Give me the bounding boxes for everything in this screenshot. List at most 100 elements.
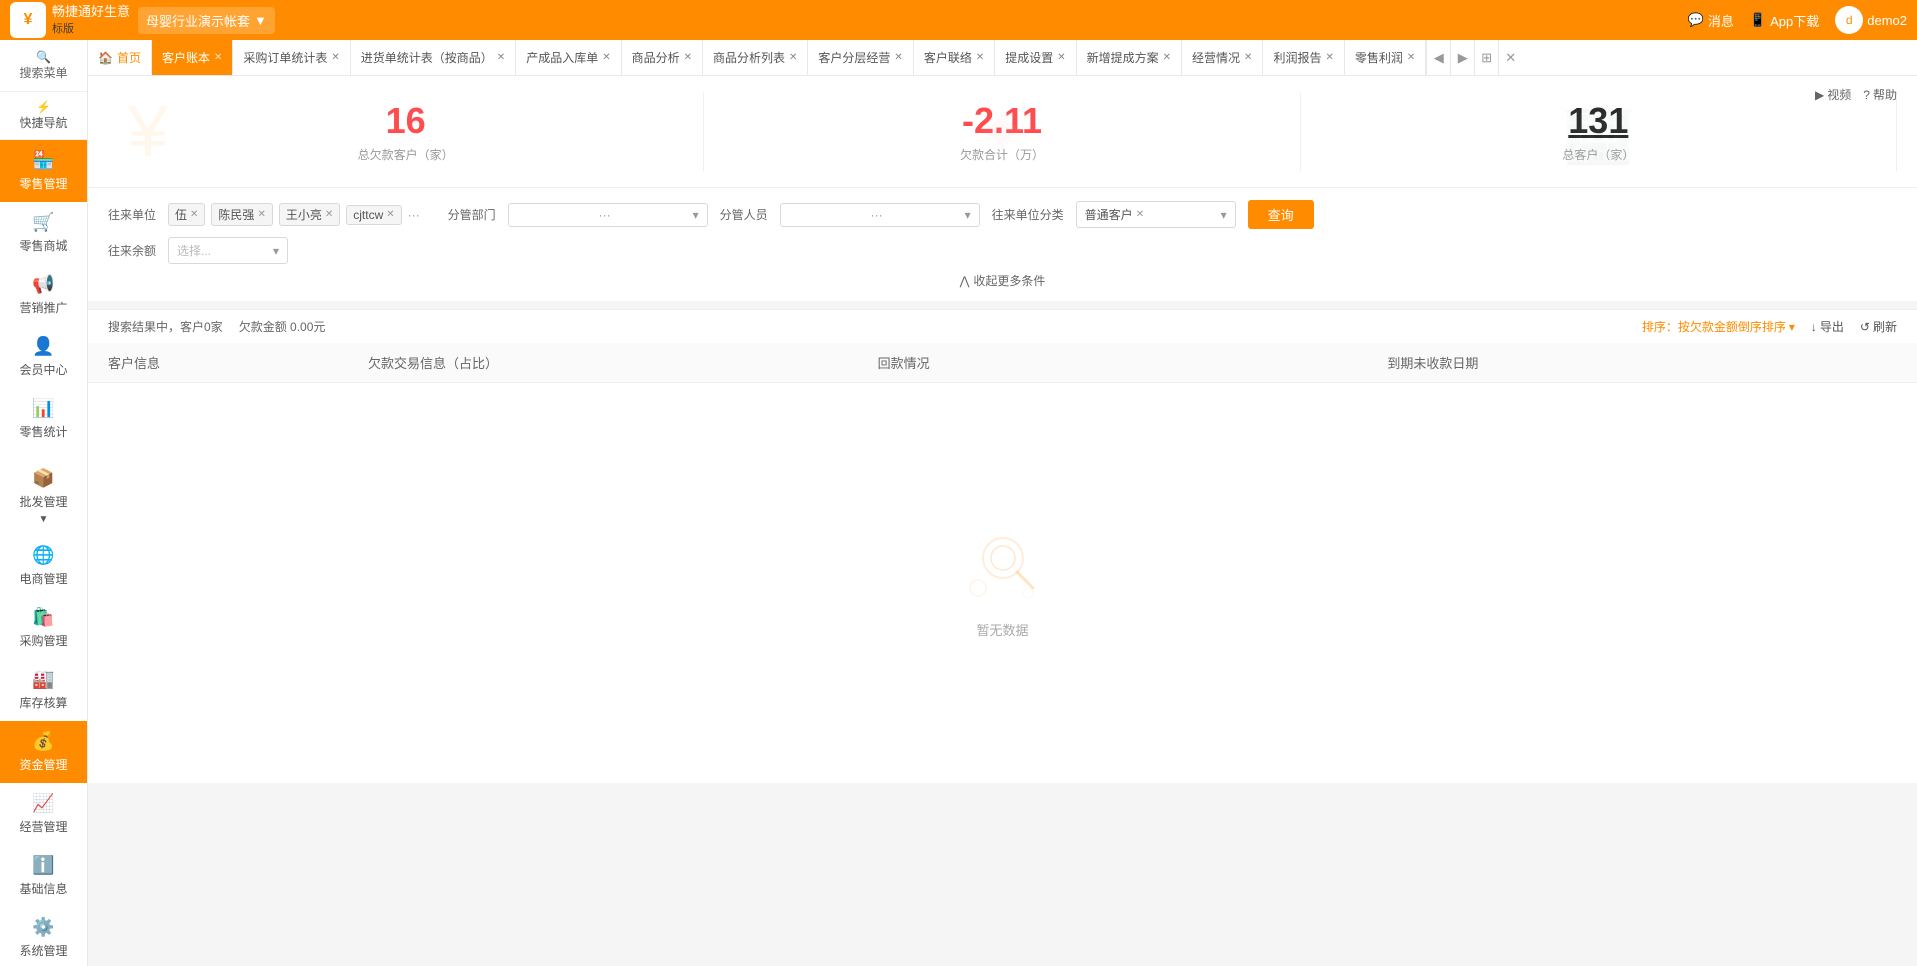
- empty-svg: [953, 528, 1053, 608]
- top-bar-right: 💬 消息 📱 App下载 d demo2: [1688, 6, 1907, 34]
- video-icon: ▶: [1815, 88, 1824, 102]
- sidebar-item-label: 营销推广: [19, 299, 67, 316]
- filter-more-btn[interactable]: ···: [408, 208, 420, 222]
- remove-tag-icon[interactable]: ✕: [325, 209, 333, 220]
- tab-commission-settings[interactable]: 提成设置 ✕: [995, 40, 1076, 76]
- expand-icon: ▼: [39, 514, 49, 525]
- remove-tag-icon[interactable]: ✕: [386, 209, 394, 220]
- close-tab-icon[interactable]: ✕: [497, 52, 505, 63]
- user-menu[interactable]: d demo2: [1835, 6, 1907, 34]
- sidebar-item-label: 零售商城: [19, 237, 67, 254]
- remove-tag-icon[interactable]: ✕: [190, 209, 198, 220]
- filter-tag-2[interactable]: 陈民强 ✕: [211, 203, 272, 226]
- filter-tag-1[interactable]: 伍 ✕: [168, 203, 205, 226]
- tab-label: 产成品入库单: [526, 49, 598, 66]
- remove-tag-icon[interactable]: ✕: [257, 209, 265, 220]
- app-download-btn[interactable]: 📱 App下载: [1750, 11, 1819, 30]
- close-tab-icon[interactable]: ✕: [1057, 52, 1065, 63]
- filter-row-1: 往来单位 伍 ✕ 陈民强 ✕ 王小亮: [108, 200, 1897, 229]
- video-btn[interactable]: ▶ 视频: [1815, 86, 1851, 103]
- tab-inventory-stats[interactable]: 进货单统计表（按商品） ✕: [351, 40, 516, 76]
- search-results-bar: 搜索结果中，客户0家 欠款金额 0.00元 排序：按欠款金额倒序排序 ▾ ↓ 导…: [88, 309, 1917, 343]
- filter-tag-4[interactable]: cjttcw ✕: [346, 205, 401, 225]
- sidebar-item-retail-stats[interactable]: 📊 零售统计: [0, 388, 87, 450]
- sort-btn[interactable]: 排序：按欠款金额倒序排序 ▾: [1642, 318, 1795, 335]
- close-tab-icon[interactable]: ✕: [789, 52, 797, 63]
- sidebar-item-system[interactable]: ⚙️ 系统管理: [0, 907, 87, 966]
- tab-home[interactable]: 🏠 首页: [88, 40, 152, 76]
- tabs-close-all-btn[interactable]: ✕: [1498, 40, 1522, 76]
- close-tab-icon[interactable]: ✕: [1325, 52, 1333, 63]
- tab-customer-tier[interactable]: 客户分层经营 ✕: [808, 40, 913, 76]
- username: demo2: [1867, 13, 1907, 28]
- filter-category-select[interactable]: 普通客户 ✕ ▾: [1076, 201, 1236, 228]
- query-button[interactable]: 查询: [1248, 200, 1314, 229]
- sidebar-search[interactable]: 🔍 搜索菜单: [0, 40, 87, 92]
- tab-label: 经营情况: [1192, 49, 1240, 66]
- sidebar-item-ecommerce[interactable]: 🌐 电商管理: [0, 535, 87, 597]
- balance-placeholder: 选择...: [177, 242, 211, 259]
- video-label: 视频: [1827, 86, 1851, 103]
- close-tab-icon[interactable]: ✕: [976, 52, 984, 63]
- sidebar-item-label: 零售管理: [19, 175, 67, 192]
- tab-new-commission[interactable]: 新增提成方案 ✕: [1077, 40, 1182, 76]
- refresh-btn[interactable]: ↺ 刷新: [1860, 318, 1897, 335]
- sidebar-item-retail-mgmt[interactable]: 🏪 零售管理: [0, 140, 87, 202]
- dept-arrow-icon: ▾: [693, 208, 699, 222]
- sidebar-item-wholesale[interactable]: 📦 批发管理 ▼: [0, 458, 87, 535]
- sidebar-item-label: 会员中心: [19, 361, 67, 378]
- sidebar-quick-nav[interactable]: ⚡ 快捷导航: [0, 92, 87, 140]
- tab-label: 商品分析: [632, 49, 680, 66]
- close-tab-icon[interactable]: ✕: [214, 52, 222, 63]
- tabs-next-btn[interactable]: ▶: [1450, 40, 1474, 76]
- close-tab-icon[interactable]: ✕: [1407, 52, 1415, 63]
- close-tab-icon[interactable]: ✕: [331, 52, 339, 63]
- store-selector[interactable]: 母婴行业演示帐套 ▼: [138, 7, 275, 34]
- tab-retail-profit[interactable]: 零售利润 ✕: [1345, 40, 1426, 76]
- close-tab-icon[interactable]: ✕: [894, 52, 902, 63]
- help-btn[interactable]: ? 帮助: [1863, 86, 1897, 103]
- export-btn[interactable]: ↓ 导出: [1811, 318, 1844, 335]
- mall-icon: 🛒: [32, 212, 54, 233]
- close-tab-icon[interactable]: ✕: [1244, 52, 1252, 63]
- filter-dept-select[interactable]: ··· ▾: [508, 203, 708, 227]
- filter-balance-select[interactable]: 选择... ▾: [168, 237, 288, 264]
- tag-value: 伍: [175, 206, 187, 223]
- export-label: 导出: [1820, 318, 1844, 335]
- sidebar-item-inventory[interactable]: 🏭 库存核算: [0, 659, 87, 721]
- sidebar-item-purchase[interactable]: 🛍️ 采购管理: [0, 597, 87, 659]
- tabs-menu-btn[interactable]: ⊞: [1474, 40, 1498, 76]
- close-tab-icon[interactable]: ✕: [1163, 52, 1171, 63]
- sort-label: 排序：按欠款金额倒序排序: [1642, 318, 1786, 335]
- tag-value: 陈民强: [218, 206, 254, 223]
- filter-tags: 伍 ✕ 陈民强 ✕ 王小亮 ✕: [168, 203, 420, 226]
- collapse-btn[interactable]: ⋀ 收起更多条件: [960, 272, 1046, 289]
- tab-product-analysis[interactable]: 商品分析 ✕: [622, 40, 703, 76]
- sidebar-item-operations[interactable]: 📈 经营管理: [0, 783, 87, 845]
- tab-customer-contact[interactable]: 客户联络 ✕: [914, 40, 995, 76]
- tabs-prev-btn[interactable]: ◀: [1426, 40, 1450, 76]
- close-tab-icon[interactable]: ✕: [684, 52, 692, 63]
- filter-dept-label: 分管部门: [448, 206, 496, 223]
- sidebar-item-label: 经营管理: [19, 818, 67, 835]
- category-tag[interactable]: 普通客户 ✕: [1085, 206, 1144, 223]
- close-tab-icon[interactable]: ✕: [602, 52, 610, 63]
- sidebar-item-retail-mall[interactable]: 🛒 零售商城: [0, 202, 87, 264]
- help-icon: ?: [1863, 88, 1870, 102]
- filter-tag-3[interactable]: 王小亮 ✕: [279, 203, 340, 226]
- sidebar-item-member[interactable]: 👤 会员中心: [0, 326, 87, 388]
- chevron-up-icon: ⋀: [960, 274, 970, 288]
- tab-product-analysis-list[interactable]: 商品分析列表 ✕: [703, 40, 808, 76]
- tab-operations[interactable]: 经营情况 ✕: [1182, 40, 1263, 76]
- tab-profit-report[interactable]: 利润报告 ✕: [1263, 40, 1344, 76]
- message-btn[interactable]: 💬 消息: [1688, 11, 1734, 30]
- tab-purchase-stats[interactable]: 采购订单统计表 ✕: [233, 40, 350, 76]
- filter-person-select[interactable]: ··· ▾: [780, 203, 980, 227]
- remove-category-icon[interactable]: ✕: [1136, 209, 1144, 220]
- tab-produce-inbound[interactable]: 产成品入库单 ✕: [516, 40, 621, 76]
- tab-customer-ledger[interactable]: 客户账本 ✕: [152, 40, 233, 76]
- sidebar-item-basic-info[interactable]: ℹ️ 基础信息: [0, 845, 87, 907]
- sidebar-item-marketing[interactable]: 📢 营销推广: [0, 264, 87, 326]
- sidebar-item-finance[interactable]: 💰 资金管理: [0, 721, 87, 783]
- export-icon: ↓: [1811, 320, 1817, 334]
